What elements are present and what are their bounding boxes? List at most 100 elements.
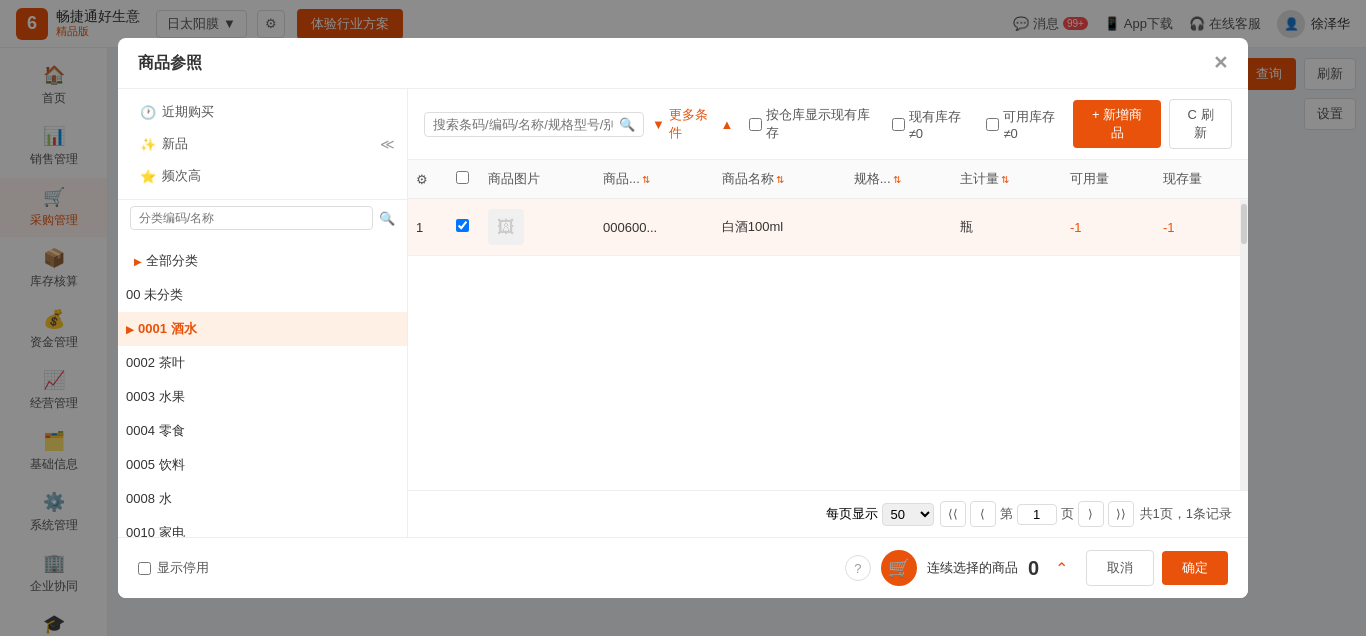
category-0005[interactable]: 0005 饮料: [118, 448, 407, 482]
category-0010[interactable]: 0010 家电: [118, 516, 407, 537]
quick-item-new[interactable]: ✨ 新品: [130, 129, 372, 159]
page-word: 第: [1000, 505, 1013, 523]
checkbox-available-stock-label: 可用库存≠0: [1003, 108, 1065, 141]
checkbox-current-stock-input[interactable]: [892, 118, 905, 131]
page-first-button[interactable]: ⟨⟨: [940, 501, 966, 527]
add-product-button[interactable]: + 新增商品: [1073, 100, 1161, 148]
row-checkbox[interactable]: [448, 199, 480, 256]
total-info: 共1页，1条记录: [1140, 505, 1232, 523]
pagination: 每页显示 20 50 100 ⟨⟨ ⟨ 第: [408, 490, 1248, 537]
quick-label-recent: 近期购买: [162, 103, 214, 121]
category-0001-label: 0001 酒水: [138, 320, 197, 338]
page-word2: 页: [1061, 505, 1074, 523]
row-name: 白酒100ml: [714, 199, 846, 256]
help-button[interactable]: ?: [845, 555, 871, 581]
cart-count: 0: [1028, 557, 1039, 580]
page-next-button[interactable]: ⟩: [1078, 501, 1104, 527]
main-content: 查询 刷新 设置 商品参照 ✕: [108, 48, 1366, 636]
toolbar: 🔍 ▼ 更多条件 ▲ 按仓库显示现有库存: [408, 89, 1248, 160]
product-table: ⚙ 商品图片 商品...⇅ 商品名称⇅ 规格...⇅ 主计量⇅ 可用量 现存量: [408, 160, 1248, 490]
table-row[interactable]: 1 🖼 000600... 白酒100ml 瓶: [408, 199, 1248, 256]
row-image: 🖼: [480, 199, 595, 256]
category-search-input[interactable]: [130, 206, 373, 230]
category-00[interactable]: 00 未分类: [118, 278, 407, 312]
checkbox-available-stock-input[interactable]: [986, 118, 999, 131]
checkbox-available-stock[interactable]: 可用库存≠0: [986, 108, 1065, 141]
category-0008[interactable]: 0008 水: [118, 482, 407, 516]
th-image: 商品图片: [480, 160, 595, 199]
quick-label-new: 新品: [162, 135, 188, 153]
page-prev-button[interactable]: ⟨: [970, 501, 996, 527]
new-icon: ✨: [140, 137, 156, 152]
checkbox-current-stock[interactable]: 现有库存≠0: [892, 108, 971, 141]
category-list: ▶ 全部分类 00 未分类 ▶ 0001 酒水 0002 茶: [118, 236, 407, 537]
arrow-active-icon: ▶: [126, 324, 134, 335]
row-code: 000600...: [595, 199, 714, 256]
category-0002-label: 0002 茶叶: [126, 354, 185, 372]
row-index: 1: [408, 199, 448, 256]
category-0002[interactable]: 0002 茶叶: [118, 346, 407, 380]
refresh-button[interactable]: C 刷新: [1169, 99, 1232, 149]
cart-icon[interactable]: 🛒: [881, 550, 917, 586]
page-nav: ⟨⟨ ⟨ 第 页 ⟩ ⟩⟩: [940, 501, 1134, 527]
category-0003[interactable]: 0003 水果: [118, 380, 407, 414]
page-size-selector: 每页显示 20 50 100: [826, 503, 934, 526]
category-0008-label: 0008 水: [126, 490, 172, 508]
checkbox-by-warehouse[interactable]: 按仓库显示现有库存: [749, 106, 875, 142]
page-number-input[interactable]: [1017, 504, 1057, 525]
category-0004[interactable]: 0004 零食: [118, 414, 407, 448]
row-unit: 瓶: [952, 199, 1062, 256]
th-checkbox: [448, 160, 480, 199]
category-all[interactable]: ▶ 全部分类: [118, 244, 407, 278]
collapse-panel-button[interactable]: ≪: [380, 136, 395, 152]
cancel-button[interactable]: 取消: [1086, 550, 1154, 586]
product-search-input[interactable]: [433, 117, 613, 132]
category-0010-label: 0010 家电: [126, 524, 185, 537]
table-header-row: ⚙ 商品图片 商品...⇅ 商品名称⇅ 规格...⇅ 主计量⇅ 可用量 现存量: [408, 160, 1248, 199]
th-unit: 主计量⇅: [952, 160, 1062, 199]
checkbox-by-warehouse-input[interactable]: [749, 118, 762, 131]
category-00-label: 00 未分类: [126, 286, 183, 304]
show-disabled-checkbox[interactable]: 显示停用: [138, 559, 209, 577]
row-available: -1: [1062, 199, 1155, 256]
checkbox-current-stock-label: 现有库存≠0: [909, 108, 971, 141]
modal-header: 商品参照 ✕: [118, 38, 1248, 89]
scroll-thumb: [1241, 204, 1247, 244]
right-panel: 🔍 ▼ 更多条件 ▲ 按仓库显示现有库存: [408, 89, 1248, 537]
show-disabled-label: 显示停用: [157, 559, 209, 577]
filter-more-label: 更多条件: [669, 106, 717, 142]
page-size-select[interactable]: 20 50 100: [882, 503, 934, 526]
category-0003-label: 0003 水果: [126, 388, 185, 406]
modal-dialog: 商品参照 ✕ 🕐 近期购买: [118, 38, 1248, 598]
scroll-track[interactable]: [1240, 200, 1248, 490]
th-stock: 现存量: [1155, 160, 1248, 199]
search-icon[interactable]: 🔍: [619, 117, 635, 132]
page-last-button[interactable]: ⟩⟩: [1108, 501, 1134, 527]
confirm-button[interactable]: 确定: [1162, 551, 1228, 585]
checkbox-group: 按仓库显示现有库存 现有库存≠0 可用库存≠0: [749, 106, 1065, 142]
modal-close-button[interactable]: ✕: [1213, 52, 1228, 74]
product-image: 🖼: [488, 209, 524, 245]
modal-overlay: 商品参照 ✕ 🕐 近期购买: [0, 0, 1366, 636]
th-spec: 规格...⇅: [846, 160, 952, 199]
page-size-label: 每页显示: [826, 505, 878, 523]
row-stock: -1: [1155, 199, 1248, 256]
cart-area: ? 🛒 连续选择的商品 0 ⌃: [845, 550, 1074, 586]
category-search-icon[interactable]: 🔍: [379, 211, 395, 226]
quick-item-recent[interactable]: 🕐 近期购买: [130, 97, 372, 127]
modal-title: 商品参照: [138, 53, 202, 74]
product-search-box: 🔍: [424, 112, 644, 137]
th-name: 商品名称⇅: [714, 160, 846, 199]
chevron-up-icon: ▲: [720, 117, 733, 132]
filter-more-button[interactable]: ▼ 更多条件 ▲: [652, 106, 733, 142]
quick-item-frequent[interactable]: ⭐ 频次高: [130, 161, 372, 191]
show-disabled-input[interactable]: [138, 562, 151, 575]
th-code: 商品...⇅: [595, 160, 714, 199]
modal-body: 🕐 近期购买 ✨ 新品 ⭐ 频次高: [118, 89, 1248, 537]
modal-footer: 显示停用 ? 🛒 连续选择的商品 0 ⌃ 取消 确定: [118, 537, 1248, 598]
category-0005-label: 0005 饮料: [126, 456, 185, 474]
category-0001[interactable]: ▶ 0001 酒水: [118, 312, 407, 346]
select-all-checkbox[interactable]: [456, 171, 469, 184]
cart-collapse-button[interactable]: ⌃: [1049, 555, 1074, 582]
category-all-label: 全部分类: [146, 252, 198, 270]
